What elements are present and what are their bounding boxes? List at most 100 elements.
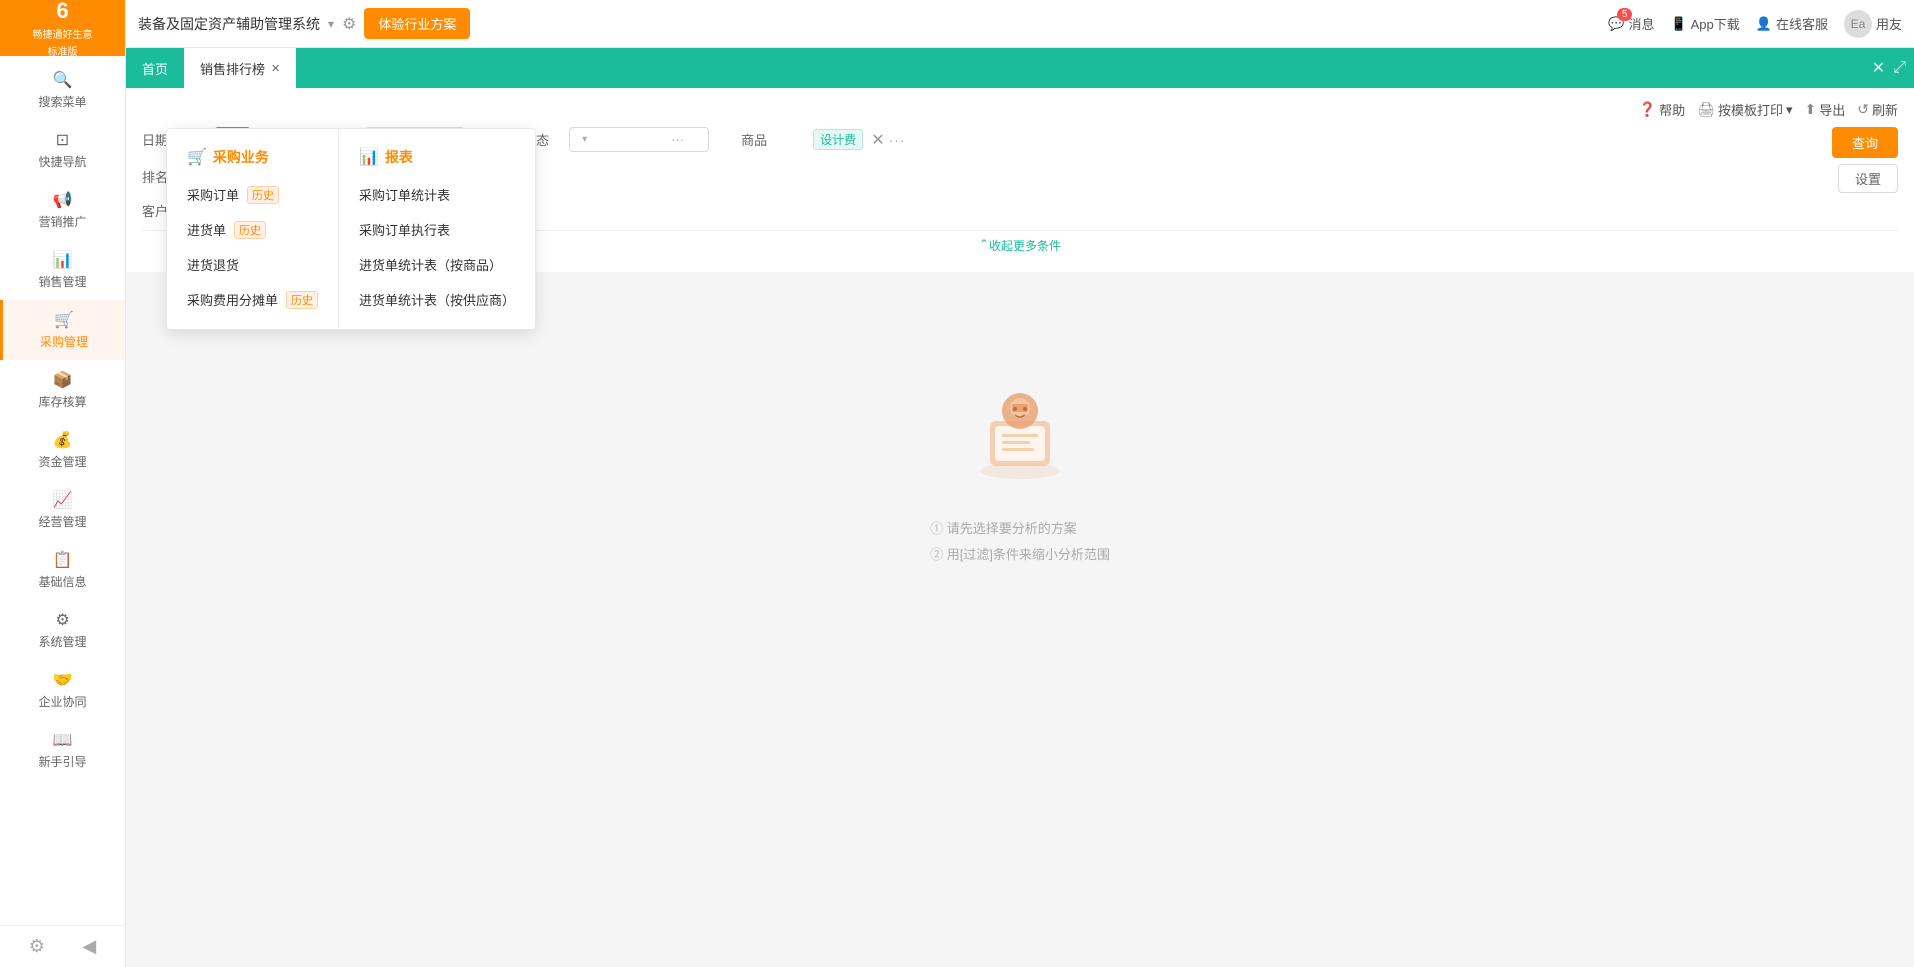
help-action[interactable]: ❓ 帮助 [1639,100,1685,119]
stock-in-label: 进货单 [187,220,226,239]
header-settings-icon[interactable]: ⚙ [342,14,356,34]
purchase-order-label: 采购订单 [187,185,239,204]
purchase-icon: 🛒 [54,310,74,330]
sidebar-item-guide[interactable]: 📖 新手引导 [0,720,125,780]
system-title: 装备及固定资产辅助管理系统 [138,14,320,34]
filter-right: 查询 设置 [1818,127,1898,230]
dropdown-purchase-order[interactable]: 采购订单 历史 [167,177,338,212]
header-dropdown-arrow[interactable]: ▾ [328,17,334,31]
service-label: 在线客服 [1776,14,1828,33]
user-label: 用友 [1876,14,1902,33]
empty-hint-2: 用[过滤]条件来缩小分析范围 [930,542,1110,568]
help-label: 帮助 [1659,100,1685,119]
dropdown-stock-summary-supplier[interactable]: 进货单统计表（按供应商） [339,282,535,317]
settings-bottom-icon[interactable]: ⚙ [29,936,45,957]
home-icon: ⊡ [56,130,69,150]
sidebar-item-enterprise[interactable]: 🤝 企业协同 [0,660,125,720]
voucher-status-dots[interactable]: ··· [671,132,684,147]
header-right: 💬 5 消息 📱 App下载 👤 在线客服 Ea 用友 [1608,10,1902,38]
dropdown-purchase-order-detail[interactable]: 采购订单执行表 [339,212,535,247]
trial-button[interactable]: 体验行业方案 [364,8,470,39]
empty-illustration [960,376,1080,496]
stock-in-history-badge: 历史 [234,221,266,239]
message-button[interactable]: 💬 5 消息 [1608,14,1654,33]
top-actions: ❓ 帮助 🖨 按模板打印 ▾ ⬆ 导出 ↺ 刷新 [142,100,1898,119]
stock-summary-goods-label: 进货单统计表（按商品） [359,255,502,274]
dropdown-purchase-title: 采购业务 [213,147,269,167]
sidebar: 6 畅捷通好生意 标准版 🔍 搜索菜单 ⊡ 快捷导航 📢 营销推广 📊 销售管理… [0,0,126,967]
tab-sales-ranking[interactable]: 销售排行榜 ✕ [184,48,296,88]
help-icon: ❓ [1639,101,1656,118]
collapse-up-icon: ⌃ [979,237,989,254]
dropdown-purchase-order-summary[interactable]: 采购订单统计表 [339,177,535,212]
goods-field: 设计费 ✕ ··· [813,129,913,150]
tab-sales-ranking-label: 销售排行榜 [200,59,265,78]
sidebar-item-operations[interactable]: 📈 经营管理 [0,480,125,540]
dropdown-stock-in[interactable]: 进货单 历史 [167,212,338,247]
tab-bar-actions: ✕ ⤢ [1872,58,1906,78]
online-service-button[interactable]: 👤 在线客服 [1756,14,1828,33]
finance-icon: 💰 [53,430,73,450]
sidebar-nav: 🔍 搜索菜单 ⊡ 快捷导航 📢 营销推广 📊 销售管理 🛒 采购管理 📦 库存核… [0,56,125,925]
goods-tag-close[interactable]: ✕ [871,130,884,150]
reports-col-icon: 📊 [359,147,379,167]
main-content: 装备及固定资产辅助管理系统 ▾ ⚙ 体验行业方案 💬 5 消息 📱 App下载 … [126,0,1914,967]
purchase-expense-history-badge: 历史 [286,291,318,309]
sidebar-item-marketing[interactable]: 📢 营销推广 [0,180,125,240]
search-icon: 🔍 [53,70,73,90]
dropdown-reports-col: 📊 报表 采购订单统计表 采购订单执行表 进货单统计表（按商品） 进货单统计表（… [339,129,535,329]
app-download-label: App下载 [1691,14,1740,33]
dropdown-purchase-expense[interactable]: 采购费用分摊单 历史 [167,282,338,317]
purchase-dropdown-menu: 🛒 采购业务 采购订单 历史 进货单 历史 进货退货 采购费用分摊单 历史 [166,128,536,330]
voucher-status-select[interactable]: ▾ ··· [569,127,709,152]
refresh-action[interactable]: ↺ 刷新 [1857,100,1898,119]
empty-state: 请先选择要分析的方案 用[过滤]条件来缩小分析范围 [126,272,1914,672]
sidebar-item-finance[interactable]: 💰 资金管理 [0,420,125,480]
system-icon: ⚙ [55,610,69,630]
voucher-status-arrow: ▾ [582,134,587,145]
app-header: 装备及固定资产辅助管理系统 ▾ ⚙ 体验行业方案 💬 5 消息 📱 App下载 … [126,0,1914,48]
tab-close-all-icon[interactable]: ✕ [1872,58,1885,78]
purchase-order-summary-label: 采购订单统计表 [359,185,450,204]
sidebar-item-purchase[interactable]: 🛒 采购管理 [0,300,125,360]
dropdown-return-goods[interactable]: 进货退货 [167,247,338,282]
settings-button[interactable]: 设置 [1838,164,1898,193]
dropdown-reports-title: 报表 [385,147,413,167]
tab-close-icon[interactable]: ✕ [271,62,280,75]
tab-home-label: 首页 [142,59,168,78]
app-download-button[interactable]: 📱 App下载 [1670,14,1739,33]
guide-icon: 📖 [53,730,73,750]
goods-tag: 设计费 [813,129,863,150]
user-menu-button[interactable]: Ea 用友 [1844,10,1902,38]
tab-home[interactable]: 首页 [126,48,184,88]
query-button[interactable]: 查询 [1832,127,1898,158]
collapse-sidebar-icon[interactable]: ◀ [82,936,96,957]
collapse-label: 收起更多条件 [989,237,1061,254]
tab-resize-icon[interactable]: ⤢ [1893,59,1906,77]
enterprise-icon: 🤝 [53,670,73,690]
user-avatar: Ea [1844,10,1872,38]
print-action[interactable]: 🖨 按模板打印 ▾ [1697,100,1792,119]
goods-more-btn[interactable]: ··· [889,132,906,148]
tab-bar: 首页 销售排行榜 ✕ ✕ ⤢ [126,48,1914,88]
message-badge: 5 [1617,8,1633,21]
return-goods-label: 进货退货 [187,255,239,274]
service-icon: 👤 [1756,16,1772,32]
dropdown-stock-summary-goods[interactable]: 进货单统计表（按商品） [339,247,535,282]
sidebar-item-quick-nav[interactable]: ⊡ 快捷导航 [0,120,125,180]
export-action[interactable]: ⬆ 导出 [1805,100,1846,119]
inventory-icon: 📦 [53,370,73,390]
sidebar-item-basic-info[interactable]: 📋 基础信息 [0,540,125,600]
content-area: ❓ 帮助 🖨 按模板打印 ▾ ⬆ 导出 ↺ 刷新 [126,88,1914,967]
empty-hint-1: 请先选择要分析的方案 [930,516,1110,542]
message-label: 消息 [1628,14,1654,33]
empty-hints: 请先选择要分析的方案 用[过滤]条件来缩小分析范围 [930,516,1110,568]
print-icon: 🖨 [1697,101,1715,118]
print-arrow-icon: ▾ [1786,102,1793,118]
sidebar-item-inventory[interactable]: 📦 库存核算 [0,360,125,420]
sidebar-item-search[interactable]: 🔍 搜索菜单 [0,60,125,120]
dropdown-reports-header: 📊 报表 [339,141,535,177]
sidebar-item-system[interactable]: ⚙ 系统管理 [0,600,125,660]
export-label: 导出 [1819,100,1845,119]
sidebar-item-sales[interactable]: 📊 销售管理 [0,240,125,300]
